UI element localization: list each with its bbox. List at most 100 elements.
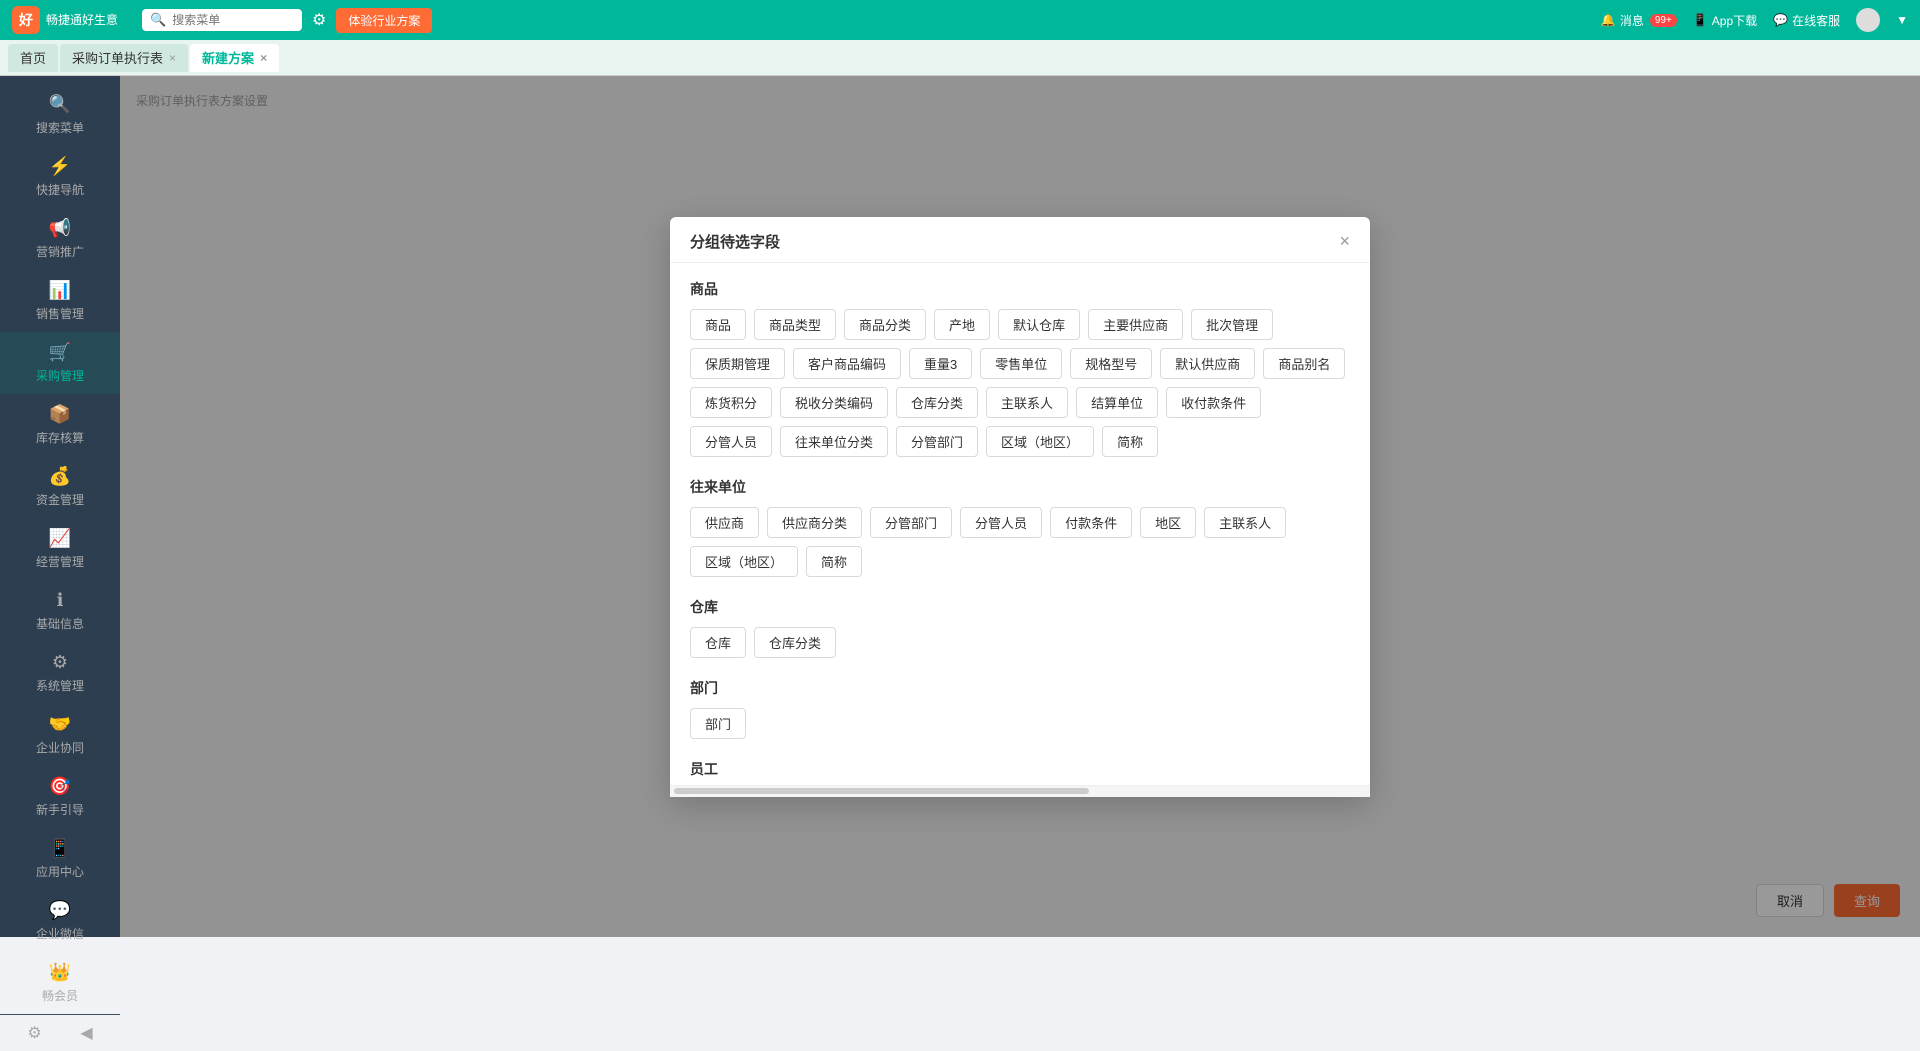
field-group-warehouse-title: 仓库	[690, 597, 1350, 617]
modal-header: 分组待选字段 ×	[670, 217, 1370, 263]
field-tag-batch-mgmt[interactable]: 批次管理	[1191, 309, 1273, 340]
sidebar-item-finance[interactable]: 💰 资金管理	[0, 456, 120, 518]
field-tag-supervisor[interactable]: 分管人员	[690, 426, 772, 457]
sidebar-item-quicknav[interactable]: ⚡ 快捷导航	[0, 146, 120, 208]
sidebar-item-appcenter-label: 应用中心	[36, 863, 84, 880]
sidebar-item-purchase-label: 采购管理	[36, 367, 84, 384]
sidebar-item-collab[interactable]: 🤝 企业协同	[0, 704, 120, 766]
notice-badge: 99+	[1650, 14, 1677, 27]
field-tag-goods-type[interactable]: 商品类型	[754, 309, 836, 340]
field-tag-cp-region[interactable]: 区域（地区）	[690, 546, 798, 577]
sidebar-item-basicinfo[interactable]: ℹ 基础信息	[0, 580, 120, 642]
field-tag-warehouse[interactable]: 仓库	[690, 627, 746, 658]
field-tag-region[interactable]: 区域（地区）	[986, 426, 1094, 457]
sidebar-item-sales[interactable]: 📊 销售管理	[0, 270, 120, 332]
search-input[interactable]	[172, 13, 294, 27]
sidebar-item-operations-label: 经营管理	[36, 553, 84, 570]
trial-button[interactable]: 体验行业方案	[336, 8, 432, 33]
sidebar-item-inventory[interactable]: 📦 库存核算	[0, 394, 120, 456]
sidebar-item-inventory-label: 库存核算	[36, 429, 84, 446]
sidebar-item-collab-label: 企业协同	[36, 739, 84, 756]
app-download-button[interactable]: 📱 App下载	[1693, 12, 1757, 29]
notice-button[interactable]: 🔔 消息 99+	[1601, 12, 1677, 29]
settings-bottom-button[interactable]: ⚙	[27, 1023, 41, 1043]
field-tag-supplier[interactable]: 供应商	[690, 507, 759, 538]
purchase-icon: 🛒	[49, 342, 71, 363]
sidebar-item-operations[interactable]: 📈 经营管理	[0, 518, 120, 580]
sidebar-item-wechat[interactable]: 💬 企业微信	[0, 890, 120, 952]
field-tag-main-supplier[interactable]: 主要供应商	[1088, 309, 1183, 340]
field-tag-supplier-category[interactable]: 供应商分类	[767, 507, 862, 538]
sidebar-item-wechat-label: 企业微信	[36, 925, 84, 942]
sidebar-item-purchase[interactable]: 🛒 采购管理	[0, 332, 120, 394]
field-tag-spec-model[interactable]: 规格型号	[1070, 348, 1152, 379]
field-tag-origin[interactable]: 产地	[934, 309, 990, 340]
field-tag-customer-code[interactable]: 客户商品编码	[793, 348, 901, 379]
field-tag-payment-terms[interactable]: 收付款条件	[1166, 387, 1261, 418]
field-tag-district[interactable]: 地区	[1140, 507, 1196, 538]
field-tag-goods[interactable]: 商品	[690, 309, 746, 340]
field-group-employee-title: 员工	[690, 759, 1350, 779]
collapse-button[interactable]: ◀	[80, 1023, 92, 1043]
field-tag-tax-code[interactable]: 税收分类编码	[780, 387, 888, 418]
avatar[interactable]	[1856, 8, 1880, 32]
field-tag-default-supplier[interactable]: 默认供应商	[1160, 348, 1255, 379]
tab-new-plan[interactable]: 新建方案 ×	[190, 44, 279, 72]
wechat-icon: 💬	[49, 900, 71, 921]
sidebar-item-marketing[interactable]: 📢 营销推广	[0, 208, 120, 270]
field-group-warehouse: 仓库 仓库 仓库分类	[690, 597, 1350, 658]
field-tag-main-contact[interactable]: 主联系人	[986, 387, 1068, 418]
tab-new-plan-close[interactable]: ×	[260, 51, 267, 65]
field-tag-retail-unit[interactable]: 零售单位	[980, 348, 1062, 379]
field-tag-cp-dept[interactable]: 分管部门	[870, 507, 952, 538]
field-tag-dept[interactable]: 分管部门	[896, 426, 978, 457]
field-tag-weight3[interactable]: 重量3	[909, 348, 972, 379]
sidebar-item-newguide[interactable]: 🎯 新手引导	[0, 766, 120, 828]
logo-icon: 好	[12, 6, 40, 34]
field-tags-counterparty: 供应商 供应商分类 分管部门 分管人员 付款条件 地区 主联系人 区域（地区） …	[690, 507, 1350, 577]
appcenter-icon: 📱	[49, 838, 71, 859]
field-tag-cp-main-contact[interactable]: 主联系人	[1204, 507, 1286, 538]
field-tag-warehouse-category[interactable]: 仓库分类	[896, 387, 978, 418]
field-tag-points[interactable]: 炼货积分	[690, 387, 772, 418]
gear-button[interactable]: ⚙	[312, 10, 326, 30]
field-group-goods-title: 商品	[690, 279, 1350, 299]
field-tag-goods-alias[interactable]: 商品别名	[1263, 348, 1345, 379]
search-bar[interactable]: 🔍	[142, 9, 302, 31]
tab-purchase-order-close[interactable]: ×	[169, 51, 176, 65]
field-tag-abbr[interactable]: 简称	[1102, 426, 1158, 457]
sidebar-item-search[interactable]: 🔍 搜索菜单	[0, 84, 120, 146]
modal-body[interactable]: 商品 商品 商品类型 商品分类 产地 默认仓库 主要供应商 批次管理 保质期管理…	[670, 263, 1370, 785]
basicinfo-icon: ℹ	[57, 590, 64, 611]
dropdown-icon[interactable]: ▼	[1896, 13, 1908, 27]
sidebar-item-member[interactable]: 👑 畅会员	[0, 952, 120, 1014]
tab-purchase-order[interactable]: 采购订单执行表 ×	[60, 44, 188, 72]
online-service-button[interactable]: 💬 在线客服	[1773, 12, 1840, 29]
tab-home[interactable]: 首页	[8, 44, 58, 72]
field-tag-cp-abbr[interactable]: 简称	[806, 546, 862, 577]
field-tag-default-warehouse[interactable]: 默认仓库	[998, 309, 1080, 340]
modal-overlay: 分组待选字段 × 商品 商品 商品类型 商品分类 产地 默认仓库 主要供应商	[120, 76, 1920, 937]
notice-icon: 🔔	[1601, 13, 1616, 27]
field-tag-settlement-unit[interactable]: 结算单位	[1076, 387, 1158, 418]
field-tags-warehouse: 仓库 仓库分类	[690, 627, 1350, 658]
modal-horizontal-scrollbar[interactable]	[670, 785, 1370, 797]
content-area: 采购订单执行表方案设置 分组待选字段 × 商品 商品 商品类型 商品分类	[120, 76, 1920, 937]
field-tag-wh-category[interactable]: 仓库分类	[754, 627, 836, 658]
sidebar-item-system[interactable]: ⚙ 系统管理	[0, 642, 120, 704]
field-tag-cp-supervisor[interactable]: 分管人员	[960, 507, 1042, 538]
logo-area: 好 畅捷通好生意	[12, 6, 132, 34]
field-tag-expiry-mgmt[interactable]: 保质期管理	[690, 348, 785, 379]
field-tag-payment-condition[interactable]: 付款条件	[1050, 507, 1132, 538]
sidebar-item-sales-label: 销售管理	[36, 305, 84, 322]
field-group-counterparty: 往来单位 供应商 供应商分类 分管部门 分管人员 付款条件 地区 主联系人 区域…	[690, 477, 1350, 577]
sidebar-item-system-label: 系统管理	[36, 677, 84, 694]
marketing-icon: 📢	[49, 218, 71, 239]
field-tag-department[interactable]: 部门	[690, 708, 746, 739]
field-tag-goods-category[interactable]: 商品分类	[844, 309, 926, 340]
header-right: 🔔 消息 99+ 📱 App下载 💬 在线客服 ▼	[1601, 8, 1908, 32]
sidebar-item-newguide-label: 新手引导	[36, 801, 84, 818]
modal-close-button[interactable]: ×	[1339, 231, 1350, 252]
field-tag-counterparty-category[interactable]: 往来单位分类	[780, 426, 888, 457]
sidebar-item-appcenter[interactable]: 📱 应用中心	[0, 828, 120, 890]
